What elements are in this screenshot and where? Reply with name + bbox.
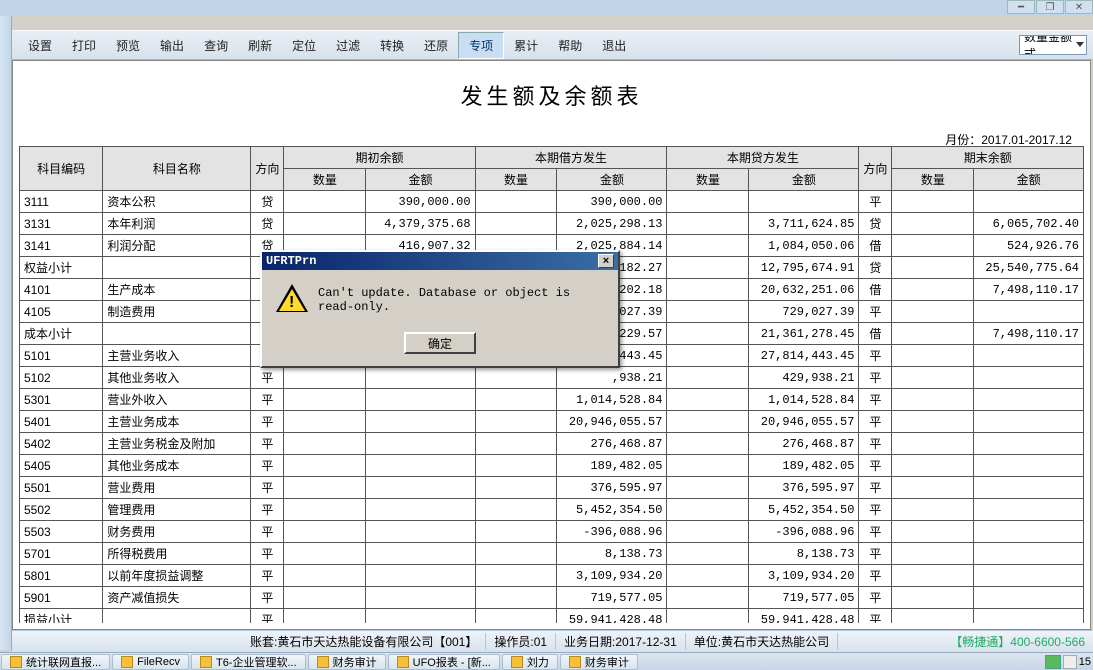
taskbar-label: UFO报表 - [新... — [413, 654, 491, 670]
menu-item-2[interactable]: 预览 — [106, 33, 150, 58]
col-code[interactable]: 科目编码 — [20, 147, 103, 191]
table-row[interactable]: 5401主营业务成本平20,946,055.5720,946,055.57平 — [20, 411, 1084, 433]
col-credit[interactable]: 本期贷方发生 — [667, 147, 859, 169]
status-unit: 单位:黄石市天达热能公司 — [686, 633, 838, 650]
col-close-amt[interactable]: 金额 — [974, 169, 1084, 191]
balance-table: 科目编码 科目名称 方向 期初余额 本期借方发生 本期贷方发生 方向 期末余额 … — [19, 146, 1084, 623]
dialog-close-button[interactable]: × — [598, 254, 614, 268]
warning-icon: ! — [276, 284, 304, 316]
table-row[interactable]: 5701所得税费用平8,138.738,138.73平 — [20, 543, 1084, 565]
col-credit-amt[interactable]: 金额 — [749, 169, 859, 191]
menu-item-0[interactable]: 设置 — [18, 33, 62, 58]
folder-icon — [121, 656, 133, 668]
col-open-qty[interactable]: 数量 — [284, 169, 366, 191]
table-row[interactable]: 5901资产减值损失平719,577.05719,577.05平 — [20, 587, 1084, 609]
table-row[interactable]: 5301营业外收入平1,014,528.841,014,528.84平 — [20, 389, 1084, 411]
menu-item-13[interactable]: 退出 — [592, 33, 636, 58]
menu-item-10[interactable]: 专项 — [458, 32, 504, 59]
col-close[interactable]: 期末余额 — [892, 147, 1084, 169]
table-row[interactable]: 3131本年利润贷4,379,375.682,025,298.133,711,6… — [20, 213, 1084, 235]
col-open[interactable]: 期初余额 — [284, 147, 475, 169]
menu-item-3[interactable]: 输出 — [150, 33, 194, 58]
menu-item-8[interactable]: 转换 — [370, 33, 414, 58]
col-debit[interactable]: 本期借方发生 — [475, 147, 667, 169]
display-mode-combo[interactable]: 数量金额式 — [1019, 35, 1087, 55]
table-row[interactable]: 5801以前年度损益调整平3,109,934.203,109,934.20平 — [20, 565, 1084, 587]
taskbar-label: FileRecv — [137, 656, 180, 668]
dialog-message: Can't update. Database or object is read… — [318, 286, 608, 314]
taskbar-button-1[interactable]: FileRecv — [112, 654, 189, 670]
folder-icon — [317, 656, 329, 668]
col-debit-amt[interactable]: 金额 — [557, 169, 667, 191]
close-icon[interactable]: ✕ — [1065, 0, 1093, 14]
status-operator: 操作员:01 — [486, 633, 556, 650]
error-dialog: UFRTPrn × ! Can't update. Database or ob… — [260, 250, 620, 368]
table-row[interactable]: 损益小计平59,941,428.4859,941,428.48平 — [20, 609, 1084, 624]
window-controls: ━ ❐ ✕ — [0, 0, 1093, 16]
menu-item-5[interactable]: 刷新 — [238, 33, 282, 58]
display-mode-value: 数量金额式 — [1024, 35, 1082, 55]
menu-item-7[interactable]: 过滤 — [326, 33, 370, 58]
taskbar-button-4[interactable]: UFO报表 - [新... — [388, 654, 500, 670]
taskbar-label: 财务审计 — [585, 654, 629, 670]
col-name[interactable]: 科目名称 — [103, 147, 251, 191]
maximize-icon[interactable]: ❐ — [1036, 0, 1064, 14]
menu-item-11[interactable]: 累计 — [504, 33, 548, 58]
taskbar-label: 统计联网直报... — [26, 654, 101, 670]
col-debit-qty[interactable]: 数量 — [475, 169, 557, 191]
docked-panel-strip[interactable] — [0, 16, 12, 650]
taskbar-button-6[interactable]: 财务审计 — [560, 654, 638, 670]
tray-icon[interactable] — [1045, 655, 1061, 669]
volume-icon[interactable] — [1063, 655, 1077, 669]
taskbar-button-2[interactable]: T6-企业管理软... — [191, 654, 306, 670]
dialog-titlebar[interactable]: UFRTPrn × — [262, 252, 618, 270]
col-close-qty[interactable]: 数量 — [892, 169, 974, 191]
taskbar-label: T6-企业管理软... — [216, 654, 297, 670]
menu-item-1[interactable]: 打印 — [62, 33, 106, 58]
table-row[interactable]: 5102其他业务收入平,938.21429,938.21平 — [20, 367, 1084, 389]
col-open-amt[interactable]: 金额 — [366, 169, 475, 191]
dialog-title: UFRTPrn — [266, 254, 316, 268]
table-row[interactable]: 5402主营业务税金及附加平276,468.87276,468.87平 — [20, 433, 1084, 455]
taskbar-label: 财务审计 — [333, 654, 377, 670]
table-row[interactable]: 5405其他业务成本平189,482.05189,482.05平 — [20, 455, 1084, 477]
col-dir2[interactable]: 方向 — [859, 147, 892, 191]
folder-icon — [511, 656, 523, 668]
status-book: 账套:黄石市天达热能设备有限公司【001】 — [242, 633, 486, 650]
report-title: 发生额及余额表 — [13, 61, 1090, 111]
folder-icon — [10, 656, 22, 668]
taskbar-label: 刘力 — [527, 654, 549, 670]
col-credit-qty[interactable]: 数量 — [667, 169, 749, 191]
toolbar: 设置打印预览输出查询刷新定位过滤转换还原专项累计帮助退出 数量金额式 — [12, 30, 1093, 60]
taskbar-button-5[interactable]: 刘力 — [502, 654, 558, 670]
table-row[interactable]: 5501营业费用平376,595.97376,595.97平 — [20, 477, 1084, 499]
menu-item-12[interactable]: 帮助 — [548, 33, 592, 58]
table-row[interactable]: 3111资本公积贷390,000.00390,000.00平 — [20, 191, 1084, 213]
folder-icon — [200, 656, 212, 668]
taskbar: 统计联网直报... FileRecv T6-企业管理软... 财务审计 UFO报表 - … — [0, 652, 1093, 670]
clock: 15 — [1077, 656, 1093, 668]
status-bar: 账套:黄石市天达热能设备有限公司【001】 操作员:01 业务日期:2017-1… — [12, 630, 1093, 652]
table-row[interactable]: 5503财务费用平-396,088.96-396,088.96平 — [20, 521, 1084, 543]
taskbar-button-0[interactable]: 统计联网直报... — [1, 654, 110, 670]
minimize-icon[interactable]: ━ — [1007, 0, 1035, 14]
status-service: 【畅捷通】400-6600-566 — [942, 633, 1093, 650]
taskbar-button-3[interactable]: 财务审计 — [308, 654, 386, 670]
menu-item-4[interactable]: 查询 — [194, 33, 238, 58]
col-dir[interactable]: 方向 — [251, 147, 284, 191]
folder-icon — [569, 656, 581, 668]
folder-icon — [397, 656, 409, 668]
status-date: 业务日期:2017-12-31 — [556, 633, 686, 650]
menu-item-9[interactable]: 还原 — [414, 33, 458, 58]
dialog-ok-button[interactable]: 确定 — [404, 332, 476, 354]
table-row[interactable]: 5502管理费用平5,452,354.505,452,354.50平 — [20, 499, 1084, 521]
menu-item-6[interactable]: 定位 — [282, 33, 326, 58]
